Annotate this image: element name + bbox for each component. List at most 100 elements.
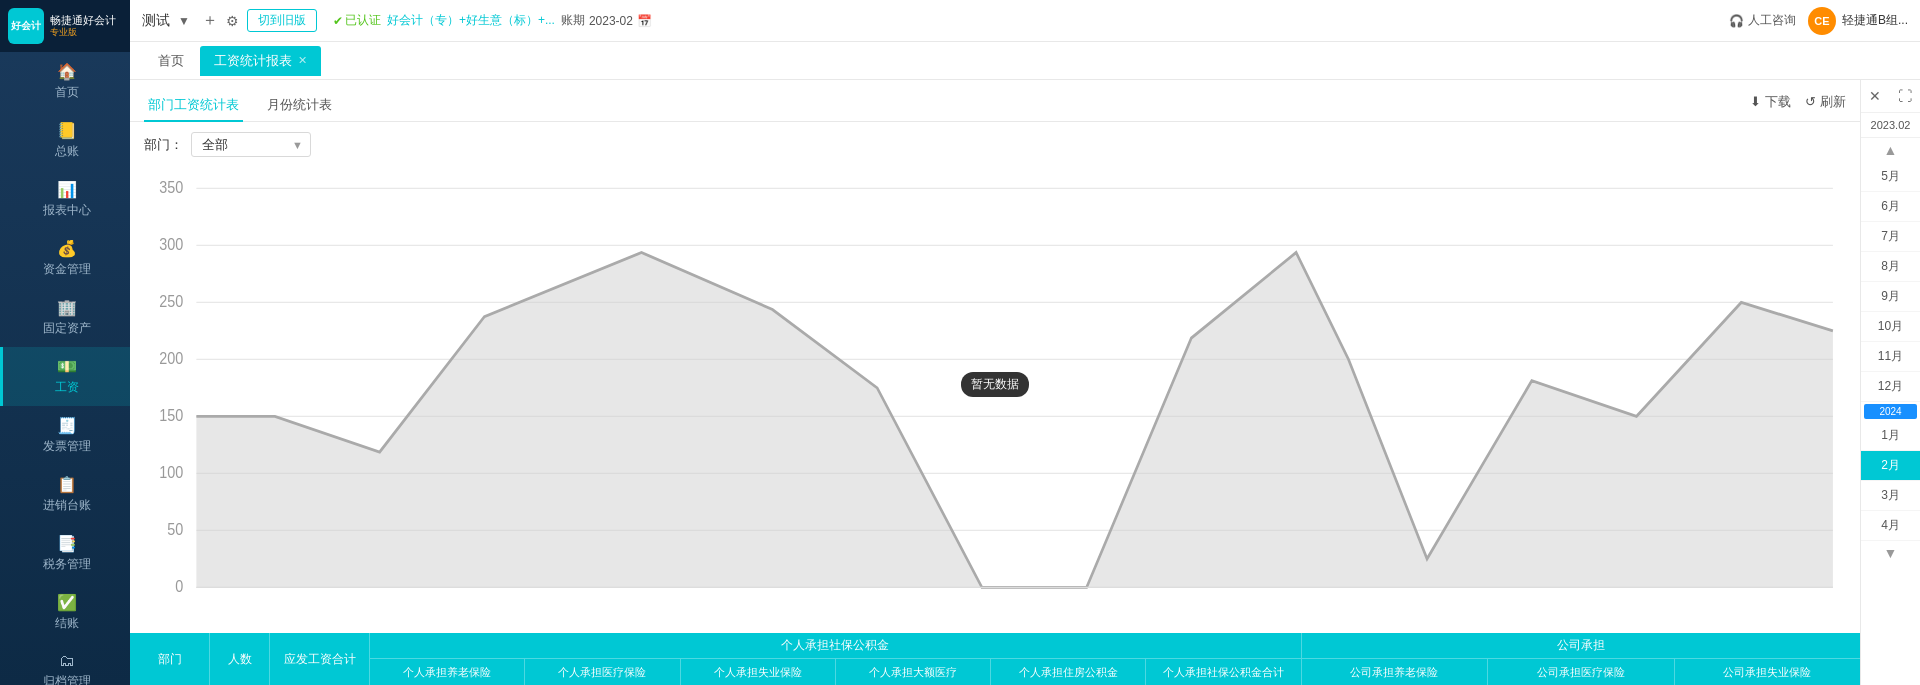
company-group-children: 公司承担养老保险 公司承担医疗保险 公司承担失业保险	[1302, 659, 1860, 685]
sidebar-label-finance: 资金管理	[43, 261, 91, 278]
sidebar-item-salary[interactable]: 💵 工资	[0, 347, 130, 406]
svg-text:300: 300	[159, 235, 183, 253]
col-personal-pension: 个人承担养老保险	[370, 659, 525, 685]
tab-salary-report[interactable]: 工资统计报表 ✕	[200, 46, 321, 76]
month-item-8[interactable]: 8月	[1861, 252, 1920, 282]
sidebar-item-assets[interactable]: 🏢 固定资产	[0, 288, 130, 347]
svg-text:0: 0	[175, 577, 183, 595]
month-item-10[interactable]: 10月	[1861, 312, 1920, 342]
ledger-icon: 📒	[57, 121, 77, 140]
sub-tabs-actions: ⬇ 下载 ↺ 刷新	[1750, 90, 1846, 121]
sub-tabs: 部门工资统计表 月份统计表 ⬇ 下载 ↺ 刷新	[130, 80, 1860, 122]
col-company-pension: 公司承担养老保险	[1302, 659, 1488, 685]
sidebar-item-archive[interactable]: 🗂 归档管理	[0, 642, 130, 685]
col-company-unemployment: 公司承担失业保险	[1675, 659, 1860, 685]
svg-text:200: 200	[159, 349, 183, 367]
month-item-2024-2[interactable]: 2月	[1861, 451, 1920, 481]
page-toolbar: 部门： 全部 ▼	[130, 122, 1860, 167]
tab-close-icon[interactable]: ✕	[298, 54, 307, 67]
col-personal-major-medical: 个人承担大额医疗	[836, 659, 991, 685]
sidebar-label-reports: 报表中心	[43, 202, 91, 219]
col-count: 人数	[210, 633, 270, 685]
sidebar-label-assets: 固定资产	[43, 320, 91, 337]
personal-group: 个人承担社保公积金 个人承担养老保险 个人承担医疗保险 个人承担失业保险 个人承…	[370, 633, 1302, 685]
sidebar-item-finance[interactable]: 💰 资金管理	[0, 229, 130, 288]
dept-select[interactable]: 全部	[191, 132, 311, 157]
sidebar-item-invoice[interactable]: 🧾 发票管理	[0, 406, 130, 465]
reports-icon: 📊	[57, 180, 77, 199]
sidebar-item-general-ledger[interactable]: 📒 总账	[0, 111, 130, 170]
col-personal-housing: 个人承担住房公积金	[991, 659, 1146, 685]
dept-label: 部门：	[144, 136, 183, 154]
month-item-5[interactable]: 5月	[1861, 162, 1920, 192]
panel-expand-button[interactable]: ⛶	[1898, 88, 1912, 104]
check-icon: ✔	[333, 14, 343, 28]
svg-text:100: 100	[159, 463, 183, 481]
content-area: 部门工资统计表 月份统计表 ⬇ 下载 ↺ 刷新	[130, 80, 1920, 685]
logo-icon: 好会计	[8, 8, 44, 44]
add-button[interactable]: ＋	[202, 10, 218, 31]
home-icon: 🏠	[57, 62, 77, 81]
user-menu[interactable]: CE 轻捷通B组...	[1808, 7, 1908, 35]
chart-area: 350 300 250 200 150 100 50 0	[130, 167, 1860, 633]
archive-icon: 🗂	[59, 652, 75, 670]
download-button[interactable]: ⬇ 下载	[1750, 90, 1791, 113]
switch-version-button[interactable]: 切到旧版	[247, 9, 317, 32]
col-dept: 部门	[130, 633, 210, 685]
chart-container: 350 300 250 200 150 100 50 0	[144, 167, 1846, 623]
month-item-9[interactable]: 9月	[1861, 282, 1920, 312]
month-item-7[interactable]: 7月	[1861, 222, 1920, 252]
date-panel: 2023.02 ▲ 5月 6月 7月 8月 9月	[1861, 113, 1920, 685]
app-name: 畅捷通好会计	[50, 13, 116, 27]
svg-text:150: 150	[159, 406, 183, 424]
account-type: 好会计（专）+好生意（标）+...	[387, 12, 555, 29]
header-status: ✔ 已认证 好会计（专）+好生意（标）+... 账期 2023-02 📅	[333, 12, 652, 29]
project-title: 测试	[142, 12, 170, 30]
sidebar-label-sales: 进销台账	[43, 497, 91, 514]
panel-controls: ✕ ⛶	[1861, 80, 1920, 113]
company-group: 公司承担 公司承担养老保险 公司承担医疗保险 公司承担失业保险	[1302, 633, 1860, 685]
sidebar-label-salary: 工资	[55, 379, 79, 396]
col-personal-unemployment: 个人承担失业保险	[681, 659, 836, 685]
sidebar-item-sales[interactable]: 📋 进销台账	[0, 465, 130, 524]
scroll-up-button[interactable]: ▲	[1861, 138, 1920, 162]
header-settings-icon[interactable]: ⚙	[226, 13, 239, 29]
sub-tab-monthly[interactable]: 月份统计表	[263, 90, 336, 122]
month-item-2024-4[interactable]: 4月	[1861, 511, 1920, 541]
tabs-bar: 首页 工资统计报表 ✕	[130, 42, 1920, 80]
sidebar-item-tax[interactable]: 📑 税务管理	[0, 524, 130, 583]
sidebar-item-home[interactable]: 🏠 首页	[0, 52, 130, 111]
app-sub: 专业版	[50, 27, 116, 39]
sidebar-label-invoice: 发票管理	[43, 438, 91, 455]
sidebar-label-archive: 归档管理	[43, 673, 91, 685]
top-header: 测试 ▼ ＋ ⚙ 切到旧版 ✔ 已认证 好会计（专）+好生意（标）+... 账期…	[130, 0, 1920, 42]
header-right: 🎧 人工咨询 CE 轻捷通B组...	[1729, 7, 1908, 35]
month-item-2024-3[interactable]: 3月	[1861, 481, 1920, 511]
sidebar-label-tax: 税务管理	[43, 556, 91, 573]
project-dropdown[interactable]: ▼	[178, 14, 190, 28]
panel-close-button[interactable]: ✕	[1869, 88, 1881, 104]
page-content: 部门工资统计表 月份统计表 ⬇ 下载 ↺ 刷新	[130, 80, 1860, 685]
sidebar-item-reports[interactable]: 📊 报表中心	[0, 170, 130, 229]
checkout-icon: ✅	[57, 593, 77, 612]
tab-home[interactable]: 首页	[144, 46, 198, 76]
sub-tab-department[interactable]: 部门工资统计表	[144, 90, 243, 122]
month-item-12[interactable]: 12月	[1861, 372, 1920, 402]
sidebar-label-home: 首页	[55, 84, 79, 101]
refresh-button[interactable]: ↺ 刷新	[1805, 90, 1846, 113]
sidebar-item-checkout[interactable]: ✅ 结账	[0, 583, 130, 642]
right-date-panel: ✕ ⛶ 2023.02 ▲ 5月 6月 7月 8月	[1860, 80, 1920, 685]
col-personal-total: 个人承担社保公积金合计	[1146, 659, 1300, 685]
col-total-wage: 应发工资合计	[270, 633, 370, 685]
tax-icon: 📑	[57, 534, 77, 553]
logo-area: 好会计 畅捷通好会计 专业版	[0, 0, 130, 52]
avatar: CE	[1808, 7, 1836, 35]
month-item-6[interactable]: 6月	[1861, 192, 1920, 222]
month-item-2024-1[interactable]: 1月	[1861, 421, 1920, 451]
month-item-11[interactable]: 11月	[1861, 342, 1920, 372]
certified-badge: ✔ 已认证	[333, 12, 381, 29]
calendar-icon[interactable]: 📅	[637, 14, 652, 28]
personal-group-header: 个人承担社保公积金	[370, 633, 1301, 659]
scroll-down-button[interactable]: ▼	[1861, 541, 1920, 565]
service-button[interactable]: 🎧 人工咨询	[1729, 12, 1796, 29]
